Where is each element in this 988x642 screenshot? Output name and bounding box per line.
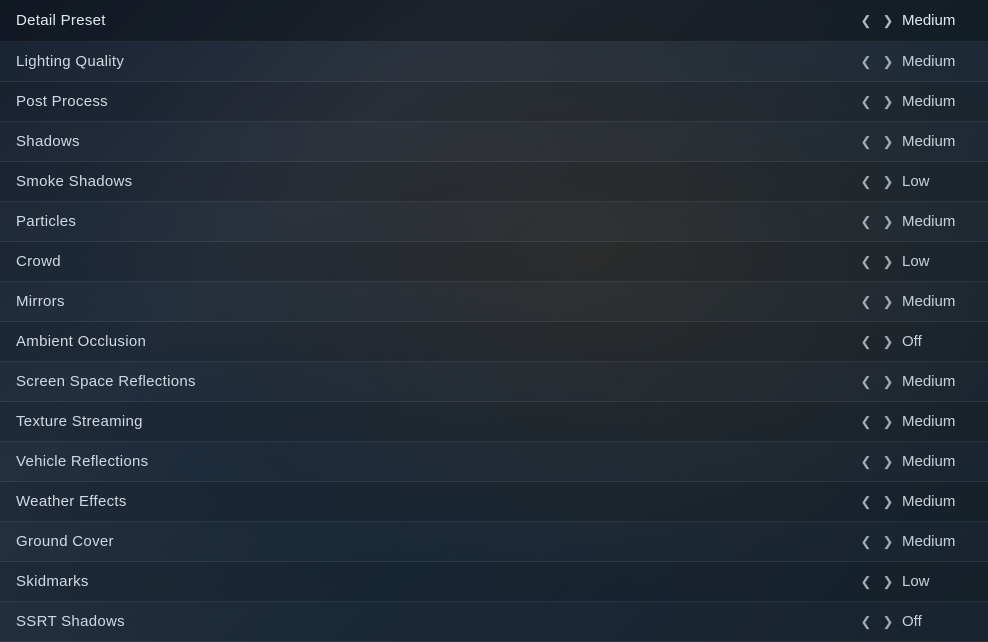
- chevron-right-ambient-occlusion[interactable]: [880, 334, 896, 350]
- value-lighting-quality: Medium: [902, 53, 972, 70]
- settings-row-ground-cover: Ground Cover Medium: [0, 522, 988, 562]
- settings-row-post-process: Post Process Medium: [0, 82, 988, 122]
- value-skidmarks: Low: [902, 573, 972, 590]
- chevron-right-crowd[interactable]: [880, 254, 896, 270]
- control-shadows: Medium: [858, 133, 972, 150]
- label-ambient-occlusion: Ambient Occlusion: [16, 333, 146, 350]
- chevron-left-screen-space-reflections[interactable]: [858, 374, 874, 390]
- control-ground-cover: Medium: [858, 533, 972, 550]
- chevron-right-mirrors[interactable]: [880, 294, 896, 310]
- label-lighting-quality: Lighting Quality: [16, 53, 124, 70]
- chevron-left-ssrt-shadows[interactable]: [858, 614, 874, 630]
- settings-row-crowd: Crowd Low: [0, 242, 988, 282]
- settings-row-ambient-occlusion: Ambient Occlusion Off: [0, 322, 988, 362]
- chevron-left-crowd[interactable]: [858, 254, 874, 270]
- control-mirrors: Medium: [858, 293, 972, 310]
- chevron-left-ambient-occlusion[interactable]: [858, 334, 874, 350]
- settings-row-smoke-shadows: Smoke Shadows Low: [0, 162, 988, 202]
- chevron-right-skidmarks[interactable]: [880, 574, 896, 590]
- settings-row-particles: Particles Medium: [0, 202, 988, 242]
- label-texture-streaming: Texture Streaming: [16, 413, 143, 430]
- chevron-right-texture-streaming[interactable]: [880, 414, 896, 430]
- chevron-right-lighting-quality[interactable]: [880, 54, 896, 70]
- chevron-right-ssrt-shadows[interactable]: [880, 614, 896, 630]
- value-detail-preset: Medium: [902, 12, 972, 29]
- value-smoke-shadows: Low: [902, 173, 972, 190]
- settings-row-vehicle-reflections: Vehicle Reflections Medium: [0, 442, 988, 482]
- control-smoke-shadows: Low: [858, 173, 972, 190]
- settings-row-screen-space-reflections: Screen Space Reflections Medium: [0, 362, 988, 402]
- label-particles: Particles: [16, 213, 76, 230]
- chevron-left-vehicle-reflections[interactable]: [858, 454, 874, 470]
- control-texture-streaming: Medium: [858, 413, 972, 430]
- label-screen-space-reflections: Screen Space Reflections: [16, 373, 196, 390]
- value-mirrors: Medium: [902, 293, 972, 310]
- control-skidmarks: Low: [858, 573, 972, 590]
- settings-row-texture-streaming: Texture Streaming Medium: [0, 402, 988, 442]
- control-crowd: Low: [858, 253, 972, 270]
- settings-row-skidmarks: Skidmarks Low: [0, 562, 988, 602]
- chevron-left-mirrors[interactable]: [858, 294, 874, 310]
- chevron-right-particles[interactable]: [880, 214, 896, 230]
- control-post-process: Medium: [858, 93, 972, 110]
- value-particles: Medium: [902, 213, 972, 230]
- label-detail-preset: Detail Preset: [16, 12, 106, 29]
- control-particles: Medium: [858, 213, 972, 230]
- label-skidmarks: Skidmarks: [16, 573, 89, 590]
- settings-row-weather-effects: Weather Effects Medium: [0, 482, 988, 522]
- settings-row-mirrors: Mirrors Medium: [0, 282, 988, 322]
- value-ambient-occlusion: Off: [902, 333, 972, 350]
- chevron-left-ground-cover[interactable]: [858, 534, 874, 550]
- chevron-right-smoke-shadows[interactable]: [880, 174, 896, 190]
- settings-list: Detail Preset Medium Lighting Quality Mediu…: [0, 0, 988, 642]
- settings-row-ssrt-shadows: SSRT Shadows Off: [0, 602, 988, 642]
- value-crowd: Low: [902, 253, 972, 270]
- control-lighting-quality: Medium: [858, 53, 972, 70]
- settings-row-shadows: Shadows Medium: [0, 122, 988, 162]
- value-ssrt-shadows: Off: [902, 613, 972, 630]
- settings-row-detail-preset: Detail Preset Medium: [0, 0, 988, 42]
- chevron-right-detail-preset[interactable]: [880, 13, 896, 29]
- value-shadows: Medium: [902, 133, 972, 150]
- value-texture-streaming: Medium: [902, 413, 972, 430]
- value-weather-effects: Medium: [902, 493, 972, 510]
- chevron-left-post-process[interactable]: [858, 94, 874, 110]
- chevron-right-post-process[interactable]: [880, 94, 896, 110]
- label-smoke-shadows: Smoke Shadows: [16, 173, 132, 190]
- chevron-left-skidmarks[interactable]: [858, 574, 874, 590]
- chevron-right-ground-cover[interactable]: [880, 534, 896, 550]
- chevron-left-shadows[interactable]: [858, 134, 874, 150]
- chevron-left-particles[interactable]: [858, 214, 874, 230]
- chevron-left-lighting-quality[interactable]: [858, 54, 874, 70]
- chevron-left-detail-preset[interactable]: [858, 13, 874, 29]
- label-weather-effects: Weather Effects: [16, 493, 127, 510]
- label-ssrt-shadows: SSRT Shadows: [16, 613, 125, 630]
- chevron-right-shadows[interactable]: [880, 134, 896, 150]
- chevron-right-screen-space-reflections[interactable]: [880, 374, 896, 390]
- control-ambient-occlusion: Off: [858, 333, 972, 350]
- chevron-right-vehicle-reflections[interactable]: [880, 454, 896, 470]
- value-ground-cover: Medium: [902, 533, 972, 550]
- value-screen-space-reflections: Medium: [902, 373, 972, 390]
- chevron-left-texture-streaming[interactable]: [858, 414, 874, 430]
- chevron-left-weather-effects[interactable]: [858, 494, 874, 510]
- settings-row-lighting-quality: Lighting Quality Medium: [0, 42, 988, 82]
- control-vehicle-reflections: Medium: [858, 453, 972, 470]
- chevron-left-smoke-shadows[interactable]: [858, 174, 874, 190]
- label-crowd: Crowd: [16, 253, 61, 270]
- control-weather-effects: Medium: [858, 493, 972, 510]
- value-post-process: Medium: [902, 93, 972, 110]
- label-ground-cover: Ground Cover: [16, 533, 114, 550]
- value-vehicle-reflections: Medium: [902, 453, 972, 470]
- control-screen-space-reflections: Medium: [858, 373, 972, 390]
- control-detail-preset: Medium: [858, 12, 972, 29]
- control-ssrt-shadows: Off: [858, 613, 972, 630]
- chevron-right-weather-effects[interactable]: [880, 494, 896, 510]
- label-post-process: Post Process: [16, 93, 108, 110]
- label-mirrors: Mirrors: [16, 293, 65, 310]
- label-vehicle-reflections: Vehicle Reflections: [16, 453, 148, 470]
- label-shadows: Shadows: [16, 133, 80, 150]
